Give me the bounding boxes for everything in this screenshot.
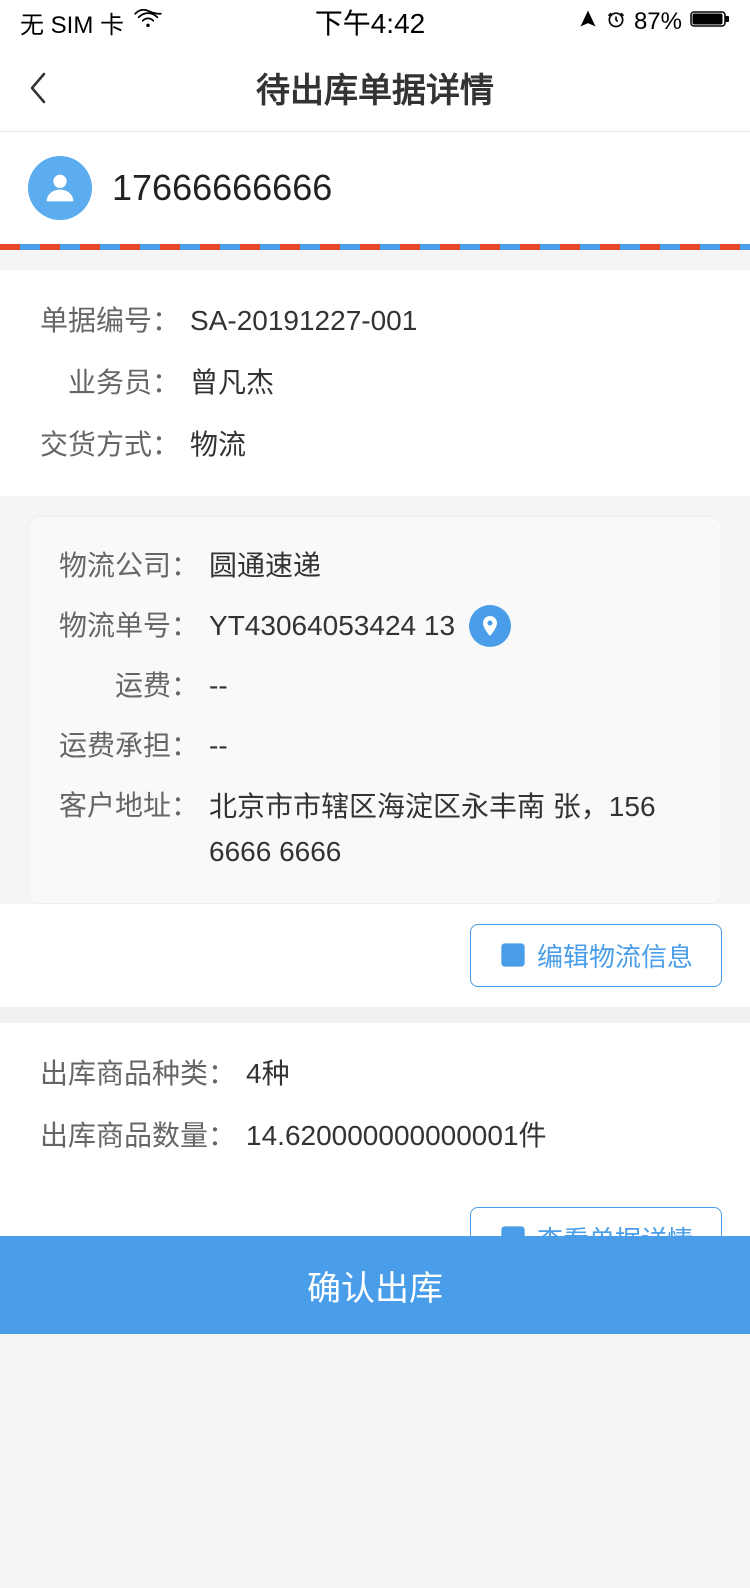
- product-info-section: 出库商品种类： 4种 出库商品数量： 14.620000000000001件: [0, 1023, 750, 1187]
- battery-icon: [690, 8, 730, 36]
- back-button[interactable]: [24, 66, 52, 110]
- freight-row: 运费： --: [59, 665, 691, 707]
- status-bar-right: 87%: [578, 8, 730, 36]
- document-number-value: SA-20191227-001: [190, 300, 710, 342]
- nav-icon: [578, 8, 598, 36]
- battery-label: 87%: [634, 8, 682, 36]
- edit-logistics-row: 编辑物流信息: [0, 904, 750, 1007]
- salesman-row: 业务员： 曾凡杰: [40, 362, 710, 404]
- customer-header: 17666666666: [0, 132, 750, 244]
- avatar: [28, 156, 92, 220]
- logistics-company-value: 圆通速递: [209, 545, 691, 587]
- product-type-row: 出库商品种类： 4种: [40, 1053, 710, 1095]
- logistics-company-row: 物流公司： 圆通速递: [59, 545, 691, 587]
- status-bar: 无 SIM 卡 下午4:42 87%: [0, 0, 750, 44]
- status-bar-left: 无 SIM 卡: [20, 5, 162, 40]
- dashed-divider: [0, 244, 750, 250]
- product-quantity-row: 出库商品数量： 14.620000000000001件: [40, 1115, 710, 1157]
- edit-logistics-button[interactable]: 编辑物流信息: [470, 924, 722, 987]
- delivery-method-row: 交货方式： 物流: [40, 424, 710, 466]
- nav-bar: 待出库单据详情: [0, 44, 750, 132]
- wifi-icon: [134, 8, 162, 36]
- freight-bearer-value: --: [209, 725, 691, 767]
- product-type-value: 4种: [246, 1053, 710, 1095]
- logistics-card: 物流公司： 圆通速递 物流单号： YT43064053424 13 运费： --…: [28, 516, 722, 904]
- product-type-label: 出库商品种类：: [40, 1053, 236, 1095]
- document-number-row: 单据编号： SA-20191227-001: [40, 300, 710, 342]
- freight-bearer-row: 运费承担： --: [59, 725, 691, 767]
- carrier-label: 无 SIM 卡: [20, 5, 124, 40]
- confirm-outbound-button[interactable]: 确认出库: [0, 1236, 750, 1334]
- tracking-number-value: YT43064053424 13: [209, 605, 455, 647]
- track-location-button[interactable]: [469, 605, 511, 647]
- address-value: 北京市市辖区海淀区永丰南 张，156 6666 6666: [209, 785, 691, 875]
- product-quantity-label: 出库商品数量：: [40, 1115, 236, 1157]
- freight-value: --: [209, 665, 691, 707]
- confirm-button-label: 确认出库: [307, 1261, 443, 1310]
- delivery-method-value: 物流: [190, 424, 710, 466]
- freight-bearer-label: 运费承担：: [59, 725, 199, 767]
- edit-logistics-label: 编辑物流信息: [537, 937, 693, 974]
- address-label: 客户地址：: [59, 785, 199, 827]
- document-number-label: 单据编号：: [40, 300, 180, 342]
- order-info-section: 单据编号： SA-20191227-001 业务员： 曾凡杰 交货方式： 物流: [0, 270, 750, 496]
- alarm-icon: [606, 8, 626, 36]
- address-row: 客户地址： 北京市市辖区海淀区永丰南 张，156 6666 6666: [59, 785, 691, 875]
- product-quantity-value: 14.620000000000001件: [246, 1115, 710, 1157]
- logistics-company-label: 物流公司：: [59, 545, 199, 587]
- tracking-row: 物流单号： YT43064053424 13: [59, 605, 691, 647]
- delivery-method-label: 交货方式：: [40, 424, 180, 466]
- freight-label: 运费：: [59, 665, 199, 707]
- salesman-value: 曾凡杰: [190, 362, 710, 404]
- salesman-label: 业务员：: [40, 362, 180, 404]
- page-title: 待出库单据详情: [256, 63, 494, 112]
- status-bar-time: 下午4:42: [315, 2, 426, 42]
- customer-phone: 17666666666: [112, 167, 332, 209]
- tracking-label: 物流单号：: [59, 605, 199, 647]
- section-divider: [0, 1007, 750, 1023]
